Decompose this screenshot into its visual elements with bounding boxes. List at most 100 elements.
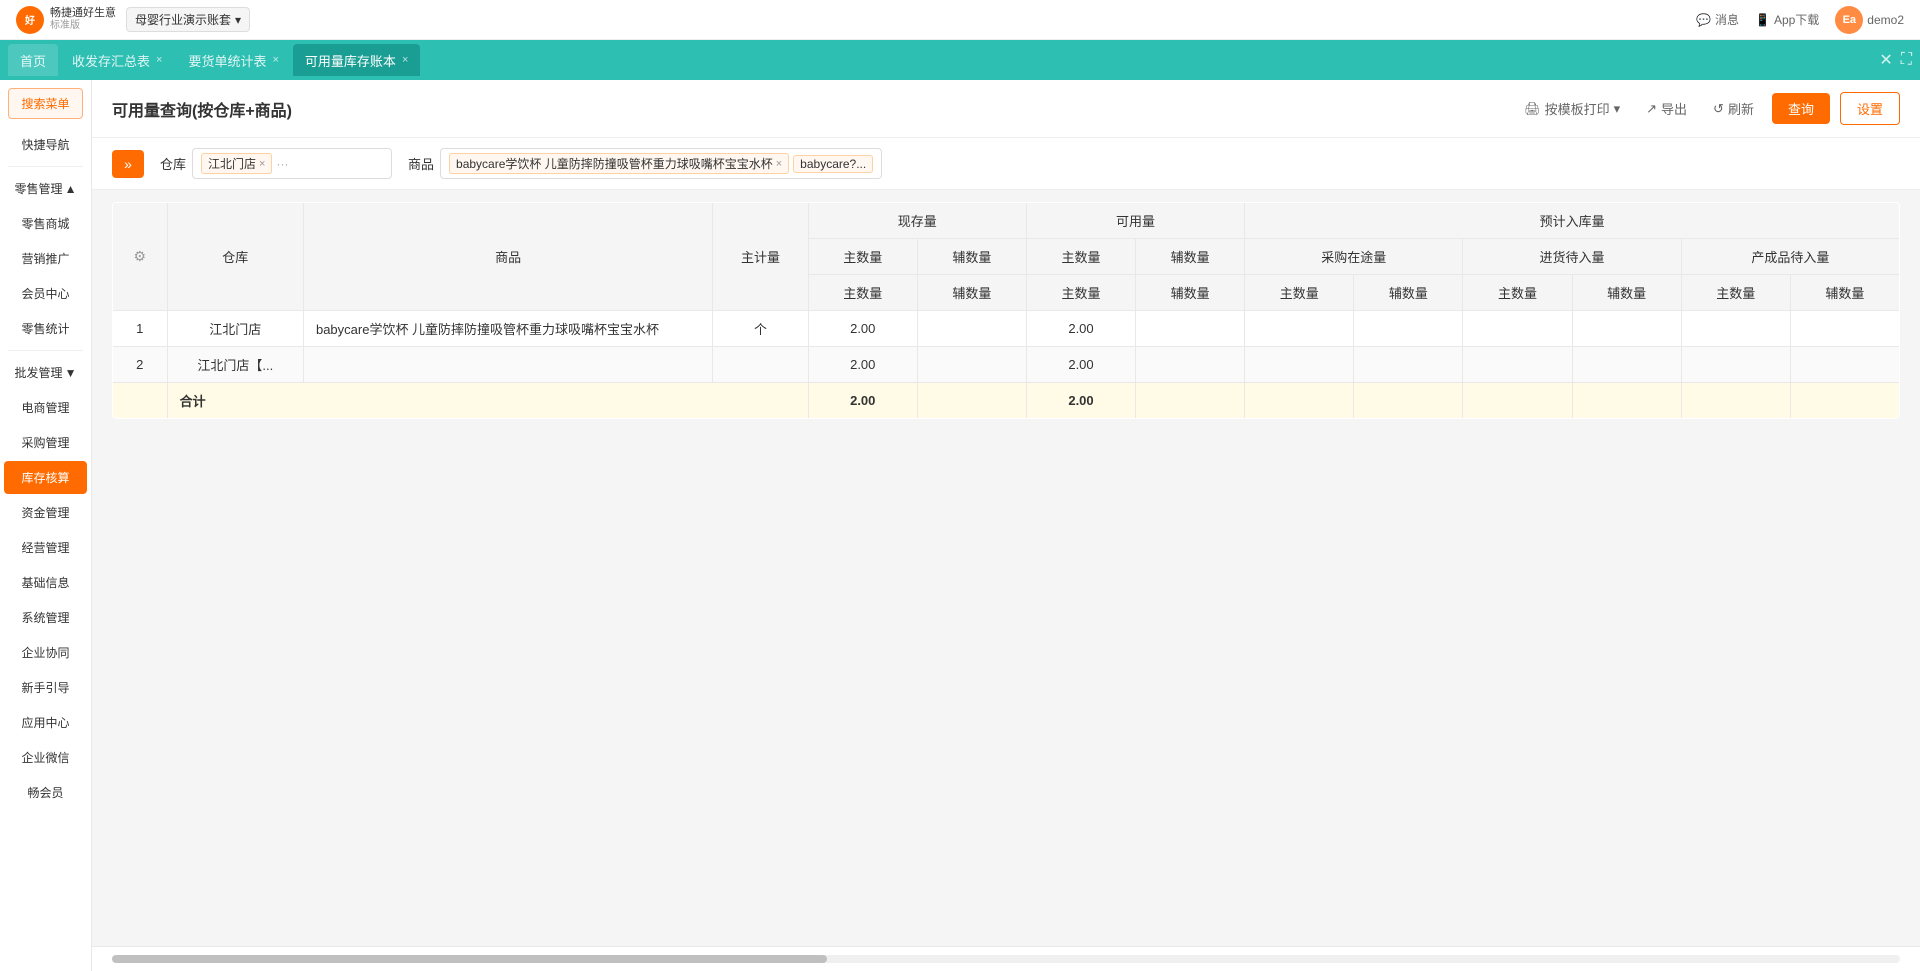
- tab-close-available-stock[interactable]: ×: [402, 54, 408, 66]
- refresh-icon: ↺: [1713, 101, 1724, 117]
- total-stock-aux: [917, 383, 1026, 419]
- product-tag-1: babycare学饮杯 儿童防摔防撞吸管杯重力球吸嘴杯宝宝水杯 ×: [449, 153, 789, 174]
- table-area: ⚙ 仓库 商品 主计量 现存量 可用量 预计入库量 主数量 辅数量 主数量 辅数…: [92, 190, 1920, 946]
- sidebar-item-system[interactable]: 系统管理: [4, 601, 87, 634]
- cell-warehouse-1: 江北门店: [167, 311, 303, 347]
- th-avail-main: 主数量: [1026, 239, 1135, 275]
- filter-toggle-button[interactable]: »: [112, 150, 144, 178]
- brand-text: 畅捷通好生意 标准版: [50, 7, 116, 32]
- app-download-button[interactable]: 📱 App下载: [1755, 11, 1819, 28]
- total-pur-pending-aux: [1572, 383, 1681, 419]
- th-stock-aux: 辅数量: [917, 239, 1026, 275]
- sidebar-item-inventory[interactable]: 库存核算: [4, 461, 87, 494]
- sidebar-item-app-center[interactable]: 应用中心: [4, 706, 87, 739]
- sidebar-item-newbie[interactable]: 新手引导: [4, 671, 87, 704]
- th-product: 商品: [303, 203, 712, 311]
- th-stock-main: 主数量: [808, 239, 917, 275]
- arrow-icon-2: ▼: [65, 366, 77, 380]
- sidebar-item-retail-mgmt[interactable]: 零售管理 ▲: [4, 172, 87, 205]
- close-all-tabs-button[interactable]: ✕: [1879, 50, 1892, 70]
- logo-area: 好 畅捷通好生意 标准版: [16, 6, 116, 34]
- th-prod-pending-main: 主数量: [1681, 275, 1790, 311]
- sidebar-item-vip-member[interactable]: 畅会员: [4, 776, 87, 809]
- total-prod-pending-aux: [1790, 383, 1899, 419]
- sidebar-item-retail-stats[interactable]: 零售统计: [4, 312, 87, 345]
- cell-prod-pending-aux-2: [1790, 347, 1899, 383]
- warehouse-tag-remove[interactable]: ×: [259, 158, 265, 170]
- sidebar-search-area: 搜索菜单: [0, 80, 91, 127]
- expand-tabs-button[interactable]: ⛶: [1901, 51, 1912, 69]
- message-icon: 💬: [1696, 13, 1711, 27]
- sidebar-item-marketing[interactable]: 营销推广: [4, 242, 87, 275]
- th-prod-pending-aux: 辅数量: [1790, 275, 1899, 311]
- tab-bar: 首页 收发存汇总表 × 要货单统计表 × 可用量库存账本 × ✕ ⛶: [0, 40, 1920, 80]
- total-avail-aux: [1136, 383, 1245, 419]
- sidebar: 搜索菜单 快捷导航 零售管理 ▲ 零售商城 营销推广 会员中心 零售统计 批发管…: [0, 80, 92, 971]
- cell-stock-main-2: 2.00: [808, 347, 917, 383]
- sidebar-item-purchase[interactable]: 采购管理: [4, 426, 87, 459]
- total-pur-transit-main: [1245, 383, 1354, 419]
- sidebar-item-wechat-biz[interactable]: 企业微信: [4, 741, 87, 774]
- arrow-icon: ▲: [65, 182, 77, 196]
- th-pur-transit-group: 采购在途量: [1245, 239, 1463, 275]
- cell-prod-pending-main-1: [1681, 311, 1790, 347]
- sidebar-item-operations[interactable]: 经营管理: [4, 531, 87, 564]
- tab-available-stock[interactable]: 可用量库存账本 ×: [293, 44, 420, 76]
- sidebar-item-finance[interactable]: 资金管理: [4, 496, 87, 529]
- th-stock-aux-2: 辅数量: [917, 275, 1026, 311]
- cell-pur-transit-aux-1: [1354, 311, 1463, 347]
- chevron-down-icon-print: ▾: [1614, 101, 1621, 117]
- sidebar-item-member-center[interactable]: 会员中心: [4, 277, 87, 310]
- total-pur-pending-main: [1463, 383, 1572, 419]
- export-button[interactable]: ↗ 导出: [1638, 95, 1695, 122]
- tenant-selector[interactable]: 母婴行业演示账套 ▾: [126, 7, 250, 32]
- page-actions: 🖨 按模板打印 ▾ ↗ 导出 ↺ 刷新 查询 设置: [1516, 92, 1900, 125]
- product-filter-input[interactable]: babycare学饮杯 儿童防摔防撞吸管杯重力球吸嘴杯宝宝水杯 × babyca…: [440, 148, 882, 179]
- search-menu-button[interactable]: 搜索菜单: [8, 88, 83, 119]
- tab-receipt-summary[interactable]: 收发存汇总表 ×: [60, 44, 174, 76]
- sidebar-item-ecommerce[interactable]: 电商管理: [4, 391, 87, 424]
- sidebar-item-collab[interactable]: 企业协同: [4, 636, 87, 669]
- user-menu[interactable]: Ea demo2: [1835, 6, 1904, 34]
- sidebar-item-basics[interactable]: 基础信息: [4, 566, 87, 599]
- refresh-button[interactable]: ↺ 刷新: [1705, 95, 1762, 122]
- setting-button[interactable]: 设置: [1840, 92, 1900, 125]
- content-area: 可用量查询(按仓库+商品) 🖨 按模板打印 ▾ ↗ 导出 ↺ 刷新 查询 设置: [92, 80, 1920, 971]
- horizontal-scrollbar[interactable]: [112, 955, 1900, 963]
- logo-icon: 好: [16, 6, 44, 34]
- table-settings-icon[interactable]: ⚙: [134, 248, 147, 264]
- th-unit: 主计量: [713, 203, 808, 311]
- th-pur-transit-aux: 辅数量: [1354, 275, 1463, 311]
- table-row: 2 江北门店【... 2.00 2.00: [113, 347, 1900, 383]
- sidebar-item-quick-nav[interactable]: 快捷导航: [4, 128, 87, 161]
- sidebar-item-wholesale-mgmt[interactable]: 批发管理 ▼: [4, 356, 87, 389]
- tab-bar-controls: ✕ ⛶: [1879, 50, 1912, 70]
- query-button[interactable]: 查询: [1772, 93, 1830, 124]
- message-button[interactable]: 💬 消息: [1696, 11, 1739, 28]
- tab-order-stats[interactable]: 要货单统计表 ×: [176, 44, 290, 76]
- total-avail-main: 2.00: [1026, 383, 1135, 419]
- sidebar-item-retail-mall[interactable]: 零售商城: [4, 207, 87, 240]
- cell-pur-pending-main-1: [1463, 311, 1572, 347]
- warehouse-filter-input[interactable]: 江北门店 × ···: [192, 148, 392, 179]
- th-available-group: 可用量: [1026, 203, 1244, 239]
- filter-bar: » 仓库 江北门店 × ··· 商品 babycare学饮杯 儿童防摔防撞吸管杯…: [92, 138, 1920, 190]
- tab-close-receipt-summary[interactable]: ×: [156, 54, 162, 66]
- th-avail-aux: 辅数量: [1136, 239, 1245, 275]
- cell-seq-2: 2: [113, 347, 168, 383]
- print-template-button[interactable]: 🖨 按模板打印 ▾: [1516, 95, 1628, 122]
- mobile-icon: 📱: [1755, 13, 1770, 27]
- export-icon: ↗: [1646, 101, 1657, 117]
- total-empty-1: [113, 383, 168, 419]
- th-prod-pending-group: 产成品待入量: [1681, 239, 1899, 275]
- tab-close-order-stats[interactable]: ×: [272, 54, 278, 66]
- cell-seq-1: 1: [113, 311, 168, 347]
- tab-home[interactable]: 首页: [8, 44, 58, 76]
- bottom-bar: [92, 946, 1920, 971]
- total-prod-pending-main: [1681, 383, 1790, 419]
- cell-unit-1: 个: [713, 311, 808, 347]
- cell-stock-aux-2: [917, 347, 1026, 383]
- cell-pur-pending-main-2: [1463, 347, 1572, 383]
- product-tag-1-remove[interactable]: ×: [776, 158, 782, 170]
- page-title: 可用量查询(按仓库+商品): [112, 97, 292, 121]
